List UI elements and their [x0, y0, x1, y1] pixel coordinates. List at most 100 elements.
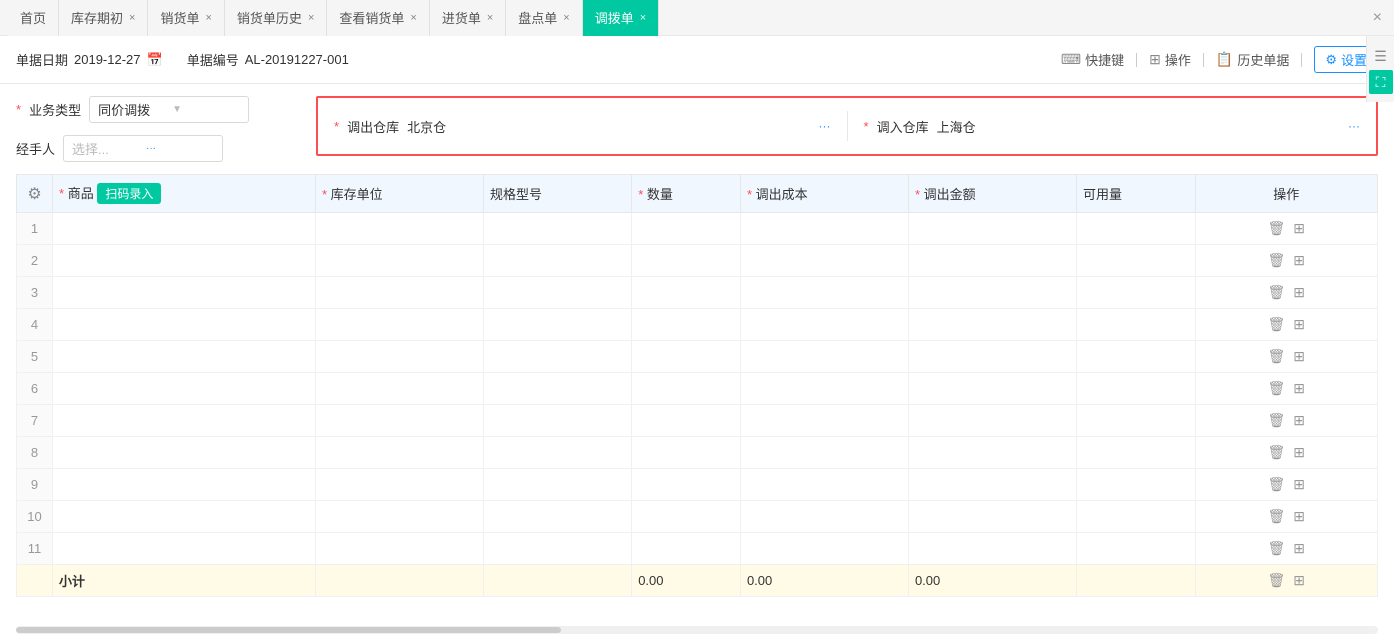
cell-amount[interactable] — [908, 277, 1076, 309]
right-toolbar-list-btn[interactable]: ☰ — [1369, 44, 1393, 68]
tab-inventory-init-close[interactable]: × — [129, 12, 135, 24]
cell-product[interactable] — [53, 405, 316, 437]
delete-row-icon[interactable]: 🗑 — [1268, 508, 1286, 525]
copy-row-icon[interactable]: ⊞ — [1293, 252, 1305, 269]
cell-spec[interactable] — [483, 309, 631, 341]
cell-amount[interactable] — [908, 213, 1076, 245]
cell-available[interactable] — [1076, 213, 1195, 245]
cell-amount[interactable] — [908, 405, 1076, 437]
cell-product[interactable] — [53, 213, 316, 245]
cell-qty[interactable] — [632, 245, 741, 277]
cell-product[interactable] — [53, 373, 316, 405]
tab-inventory-check-close[interactable]: × — [563, 12, 569, 24]
calendar-icon[interactable]: 📅 — [147, 52, 163, 68]
delete-row-icon[interactable]: 🗑 — [1268, 540, 1286, 557]
cell-spec[interactable] — [483, 277, 631, 309]
cell-product[interactable] — [53, 501, 316, 533]
delete-row-icon[interactable]: 🗑 — [1268, 316, 1286, 333]
subtotal-copy-icon[interactable]: ⊞ — [1293, 572, 1305, 589]
cell-product[interactable] — [53, 469, 316, 501]
cell-amount[interactable] — [908, 341, 1076, 373]
cell-qty[interactable] — [632, 309, 741, 341]
cell-available[interactable] — [1076, 341, 1195, 373]
copy-row-icon[interactable]: ⊞ — [1293, 412, 1305, 429]
cell-cost[interactable] — [740, 277, 908, 309]
cell-amount[interactable] — [908, 533, 1076, 565]
cell-cost[interactable] — [740, 405, 908, 437]
tab-sales-order-close[interactable]: × — [205, 12, 211, 24]
cell-spec[interactable] — [483, 341, 631, 373]
history-button[interactable]: 📋 历史单据 — [1216, 50, 1289, 69]
cell-available[interactable] — [1076, 309, 1195, 341]
cell-product[interactable] — [53, 341, 316, 373]
cell-qty[interactable] — [632, 437, 741, 469]
cell-amount[interactable] — [908, 437, 1076, 469]
cell-qty[interactable] — [632, 405, 741, 437]
cell-cost[interactable] — [740, 213, 908, 245]
tab-sales-order[interactable]: 销货单 × — [148, 0, 224, 36]
gear-icon[interactable]: ⚙ — [27, 186, 41, 203]
tab-purchase-order-close[interactable]: × — [487, 12, 493, 24]
delete-row-icon[interactable]: 🗑 — [1268, 252, 1286, 269]
cell-cost[interactable] — [740, 533, 908, 565]
cell-product[interactable] — [53, 309, 316, 341]
cell-available[interactable] — [1076, 437, 1195, 469]
cell-cost[interactable] — [740, 469, 908, 501]
cell-unit[interactable] — [315, 533, 483, 565]
cell-spec[interactable] — [483, 437, 631, 469]
cell-spec[interactable] — [483, 469, 631, 501]
shortcut-button[interactable]: ⌨ 快捷键 — [1061, 50, 1124, 69]
cell-qty[interactable] — [632, 501, 741, 533]
cell-qty[interactable] — [632, 469, 741, 501]
scan-entry-button[interactable]: 扫码录入 — [97, 183, 161, 204]
delete-row-icon[interactable]: 🗑 — [1268, 284, 1286, 301]
tab-sales-history[interactable]: 销货单历史 × — [225, 0, 327, 36]
cell-spec[interactable] — [483, 501, 631, 533]
tab-home[interactable]: 首页 — [8, 0, 59, 36]
cell-unit[interactable] — [315, 245, 483, 277]
cell-qty[interactable] — [632, 341, 741, 373]
cell-cost[interactable] — [740, 309, 908, 341]
copy-row-icon[interactable]: ⊞ — [1293, 220, 1305, 237]
tab-view-sales-close[interactable]: × — [410, 12, 416, 24]
cell-qty[interactable] — [632, 213, 741, 245]
tab-transfer-order-close[interactable]: × — [640, 12, 646, 24]
warehouse-in-more-btn[interactable]: ··· — [1348, 119, 1360, 133]
cell-spec[interactable] — [483, 373, 631, 405]
cell-product[interactable] — [53, 245, 316, 277]
tab-sales-history-close[interactable]: × — [308, 12, 314, 24]
copy-row-icon[interactable]: ⊞ — [1293, 508, 1305, 525]
cell-unit[interactable] — [315, 405, 483, 437]
cell-unit[interactable] — [315, 309, 483, 341]
cell-amount[interactable] — [908, 309, 1076, 341]
cell-unit[interactable] — [315, 437, 483, 469]
business-type-select[interactable]: 同价调拨 ▼ — [89, 96, 249, 123]
cell-cost[interactable] — [740, 373, 908, 405]
tab-inventory-check[interactable]: 盘点单 × — [506, 0, 582, 36]
cell-available[interactable] — [1076, 405, 1195, 437]
cell-spec[interactable] — [483, 533, 631, 565]
cell-product[interactable] — [53, 277, 316, 309]
tab-view-sales[interactable]: 查看销货单 × — [327, 0, 429, 36]
cell-product[interactable] — [53, 437, 316, 469]
copy-row-icon[interactable]: ⊞ — [1293, 284, 1305, 301]
operation-button[interactable]: ⊞ 操作 — [1149, 50, 1191, 69]
cell-amount[interactable] — [908, 469, 1076, 501]
cell-cost[interactable] — [740, 437, 908, 469]
delete-row-icon[interactable]: 🗑 — [1268, 444, 1286, 461]
warehouse-out-more-btn[interactable]: ··· — [819, 119, 831, 133]
cell-unit[interactable] — [315, 469, 483, 501]
tab-transfer-order[interactable]: 调拨单 × — [583, 0, 659, 36]
tab-inventory-init[interactable]: 库存期初 × — [59, 0, 148, 36]
cell-product[interactable] — [53, 533, 316, 565]
copy-row-icon[interactable]: ⊞ — [1293, 476, 1305, 493]
delete-row-icon[interactable]: 🗑 — [1268, 476, 1286, 493]
handler-select[interactable]: 选择... ··· — [63, 135, 223, 162]
copy-row-icon[interactable]: ⊞ — [1293, 348, 1305, 365]
copy-row-icon[interactable]: ⊞ — [1293, 444, 1305, 461]
delete-row-icon[interactable]: 🗑 — [1268, 220, 1286, 237]
window-close-button[interactable]: × — [1373, 9, 1382, 27]
delete-row-icon[interactable]: 🗑 — [1268, 348, 1286, 365]
cell-unit[interactable] — [315, 213, 483, 245]
cell-available[interactable] — [1076, 501, 1195, 533]
